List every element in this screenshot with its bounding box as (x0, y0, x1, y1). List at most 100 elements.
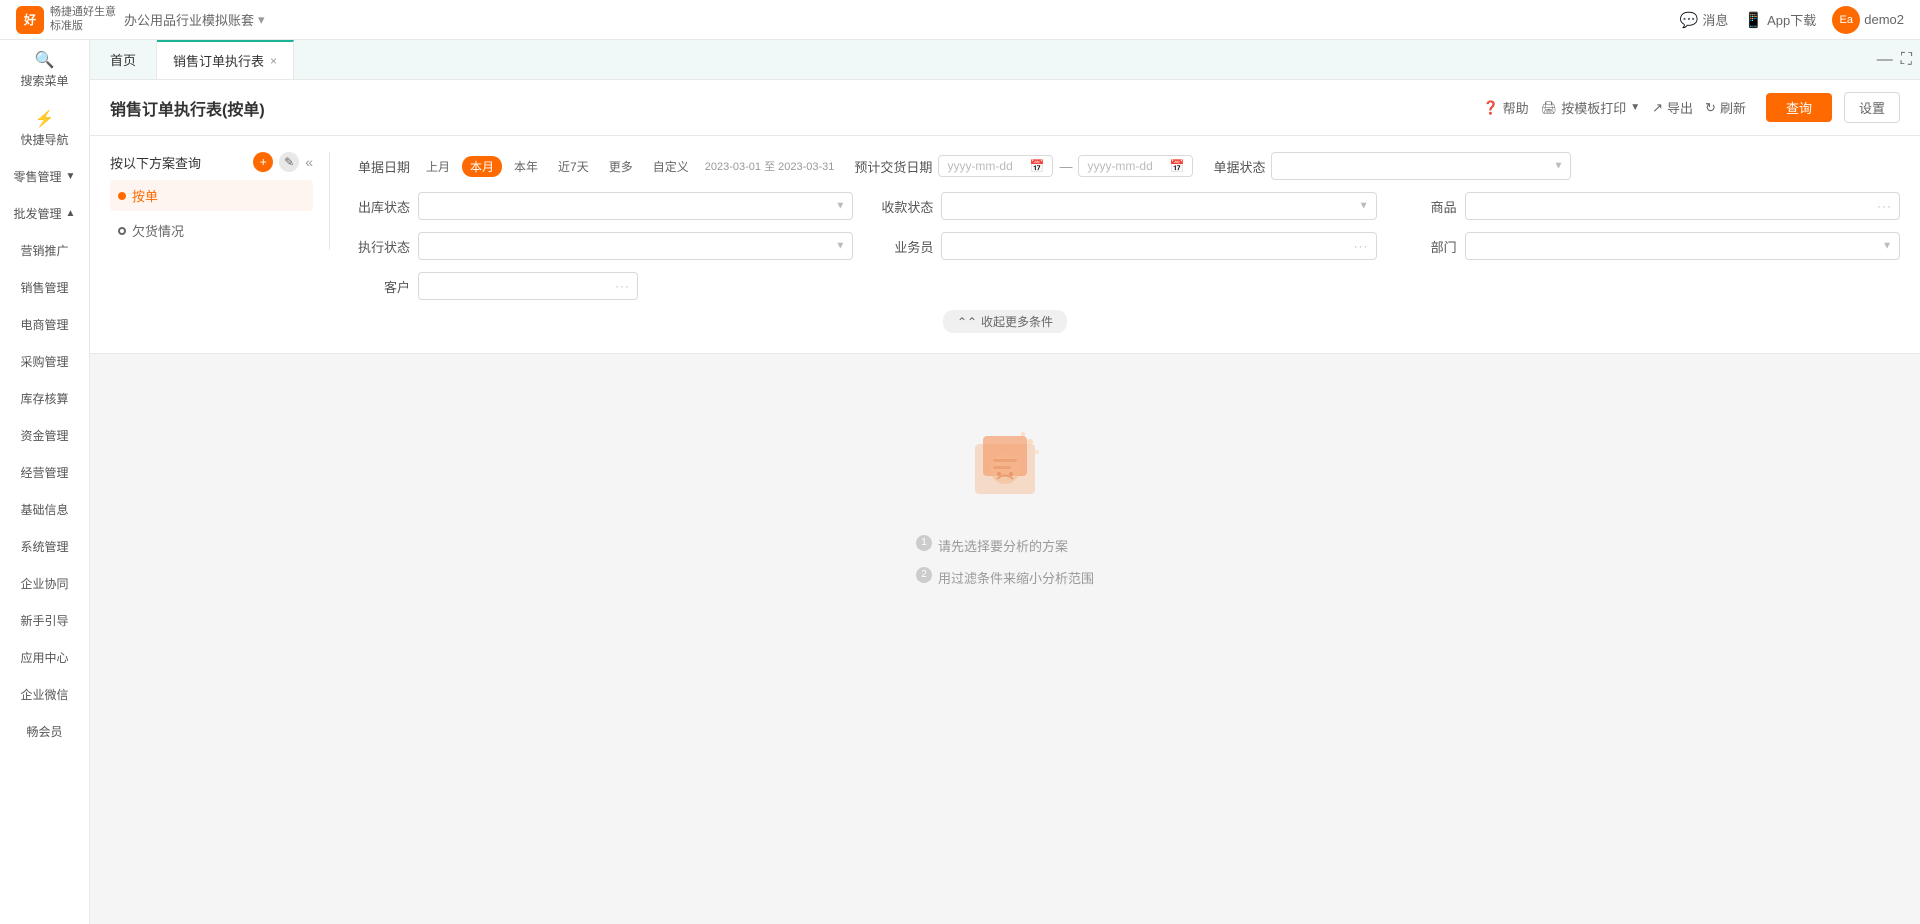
step-num-2: 2 (916, 567, 932, 583)
edit-plan-button[interactable]: ✎ (279, 152, 299, 172)
department-select[interactable] (1465, 232, 1900, 260)
execution-status-filter: 执行状态 ▼ (346, 232, 853, 260)
message-icon: 💬 (1680, 11, 1699, 29)
date-this-month[interactable]: 本月 (462, 156, 502, 177)
export-icon: ↗ (1652, 100, 1663, 116)
refresh-button[interactable]: ↻ 刷新 (1705, 98, 1746, 117)
plan-dot-inactive (118, 227, 126, 235)
plan-item-shortage[interactable]: 欠货情况 (110, 215, 313, 246)
sidebar-item-wechat[interactable]: 企业微信 (0, 676, 89, 713)
date-last-month[interactable]: 上月 (418, 156, 458, 177)
payment-status-filter: 收款状态 ▼ (869, 192, 1376, 220)
plan-dot-active (118, 192, 126, 200)
goods-select[interactable] (1465, 192, 1900, 220)
goods-filter: 商品 ··· (1393, 192, 1900, 220)
industry-title[interactable]: 办公用品行业模拟账套 ▾ (124, 10, 265, 29)
logo-icon: 好 (16, 6, 44, 34)
calendar-icon-start: 📅 (1029, 159, 1044, 173)
tab-minimize-button[interactable]: — (1877, 51, 1893, 69)
query-button-top[interactable]: 查询 (1766, 93, 1832, 122)
export-button[interactable]: ↗ 导出 (1652, 98, 1693, 117)
sidebar-item-finance[interactable]: 资金管理 (0, 417, 89, 454)
sidebar-item-operations[interactable]: 经营管理 (0, 454, 89, 491)
payment-status-label: 收款状态 (869, 197, 933, 216)
sidebar-item-sales[interactable]: 销售管理 (0, 269, 89, 306)
salesperson-select[interactable] (941, 232, 1376, 260)
print-dropdown-icon: ▼ (1630, 102, 1640, 113)
salesperson-label: 业务员 (869, 237, 933, 256)
date-separator: — (1059, 159, 1072, 174)
date-custom[interactable]: 自定义 (645, 156, 697, 177)
sidebar-item-cooperation[interactable]: 企业协同 (0, 565, 89, 602)
tab-maximize-button[interactable]: ⛶ (1901, 51, 1912, 69)
query-button[interactable]: 查询 (1766, 93, 1832, 122)
filter-sidebar-controls: + ✎ « (253, 152, 313, 172)
order-status-wrap: ▼ (1271, 152, 1571, 180)
filter-row-2: 出库状态 ▼ 收款状态 (346, 192, 1900, 220)
filter-section: 按以下方案查询 + ✎ « 按单 (110, 152, 1900, 304)
sidebar-item-guide[interactable]: 新手引导 (0, 602, 89, 639)
tab-close-button[interactable]: × (270, 54, 277, 68)
shipment-status-label: 出库状态 (346, 197, 410, 216)
sidebar-item-marketing[interactable]: 营销推广 (0, 232, 89, 269)
step-num-1: 1 (916, 535, 932, 551)
dropdown-icon[interactable]: ▾ (258, 12, 265, 28)
message-button[interactable]: 💬 消息 (1680, 10, 1729, 29)
setting-button-top[interactable]: 设置 (1844, 92, 1900, 123)
expected-date-end[interactable]: yyyy-mm-dd 📅 (1078, 155, 1193, 177)
order-status-label: 单据状态 (1213, 157, 1265, 176)
refresh-icon: ↻ (1705, 100, 1716, 116)
tab-sales-execution[interactable]: 销售订单执行表 × (157, 40, 294, 79)
expected-date-start[interactable]: yyyy-mm-dd 📅 (938, 155, 1053, 177)
template-print-button[interactable]: 🖨 按模板打印 ▼ (1541, 98, 1640, 117)
expected-date-filter: 预计交货日期 yyyy-mm-dd 📅 — yyyy-mm-dd 📅 (854, 155, 1193, 177)
plan-item-order[interactable]: 按单 (110, 180, 313, 211)
help-button[interactable]: ❓ 帮助 (1482, 98, 1528, 117)
order-status-select[interactable] (1271, 152, 1571, 180)
sidebar-item-ecommerce[interactable]: 电商管理 (0, 306, 89, 343)
execution-status-select[interactable] (418, 232, 853, 260)
logo-text: 畅捷通好生意 标准版 (50, 6, 116, 32)
department-filter: 部门 ▼ (1393, 232, 1900, 260)
sidebar-item-system[interactable]: 系统管理 (0, 528, 89, 565)
sidebar-item-inventory[interactable]: 库存核算 (0, 380, 89, 417)
chevron-down-icon: ▼ (66, 171, 76, 182)
tab-home[interactable]: 首页 (90, 40, 157, 79)
filter-row-3: 执行状态 ▼ 业务员 (346, 232, 1900, 260)
setting-button[interactable]: 设置 (1844, 92, 1900, 123)
top-bar-right: 💬 消息 📱 App下载 Ea demo2 (1680, 6, 1904, 34)
goods-label: 商品 (1393, 197, 1457, 216)
sidebar-item-nav[interactable]: ⚡ 快捷导航 (0, 99, 89, 158)
date-filter: 单据日期 上月 本月 本年 近7天 更多 自定义 (346, 156, 834, 177)
shipment-status-select[interactable] (418, 192, 853, 220)
date-range-text: 2023-03-01 至 2023-03-31 (705, 158, 835, 174)
date-this-year[interactable]: 本年 (506, 156, 546, 177)
collapse-sidebar-button[interactable]: « (305, 154, 313, 170)
sidebar-item-wholesale[interactable]: 批发管理 ▲ (0, 195, 89, 232)
page-title: 销售订单执行表(按单) (110, 96, 265, 132)
sidebar-item-apps[interactable]: 应用中心 (0, 639, 89, 676)
app-download-button[interactable]: 📱 App下载 (1744, 10, 1816, 29)
sidebar-item-basic[interactable]: 基础信息 (0, 491, 89, 528)
content-area: 首页 销售订单执行表 × — ⛶ 销售订单执行表(按单) (90, 40, 1920, 924)
top-bar: 好 畅捷通好生意 标准版 办公用品行业模拟账套 ▾ 💬 消息 📱 App下载 (0, 0, 1920, 40)
top-bar-left: 好 畅捷通好生意 标准版 办公用品行业模拟账套 ▾ (16, 6, 265, 34)
filter-main: 单据日期 上月 本月 本年 近7天 更多 自定义 (330, 152, 1900, 304)
empty-step-2: 2 用过滤条件来缩小分析范围 (916, 566, 1094, 592)
sidebar-item-members[interactable]: 畅会员 (0, 713, 89, 750)
page-header-actions: ❓ 帮助 🖨 按模板打印 ▼ ↗ 导出 ↻ (1482, 92, 1900, 135)
user-menu[interactable]: Ea demo2 (1832, 6, 1904, 34)
add-plan-button[interactable]: + (253, 152, 273, 172)
tab-bar-right: — ⛶ (1877, 40, 1920, 79)
date-last-7days[interactable]: 近7天 (550, 156, 597, 177)
sidebar-item-purchase[interactable]: 采购管理 (0, 343, 89, 380)
date-more[interactable]: 更多 (601, 156, 641, 177)
collapse-more-button[interactable]: ⌃⌃ 收起更多条件 (943, 310, 1067, 333)
salesperson-filter: 业务员 ··· (869, 232, 1376, 260)
payment-status-select[interactable] (941, 192, 1376, 220)
sidebar-item-retail[interactable]: 零售管理 ▼ (0, 158, 89, 195)
date-label: 单据日期 (346, 157, 410, 176)
expected-date-label: 预计交货日期 (854, 157, 932, 176)
customer-select[interactable] (418, 272, 638, 300)
sidebar-item-search[interactable]: 🔍 搜索菜单 (0, 40, 89, 99)
